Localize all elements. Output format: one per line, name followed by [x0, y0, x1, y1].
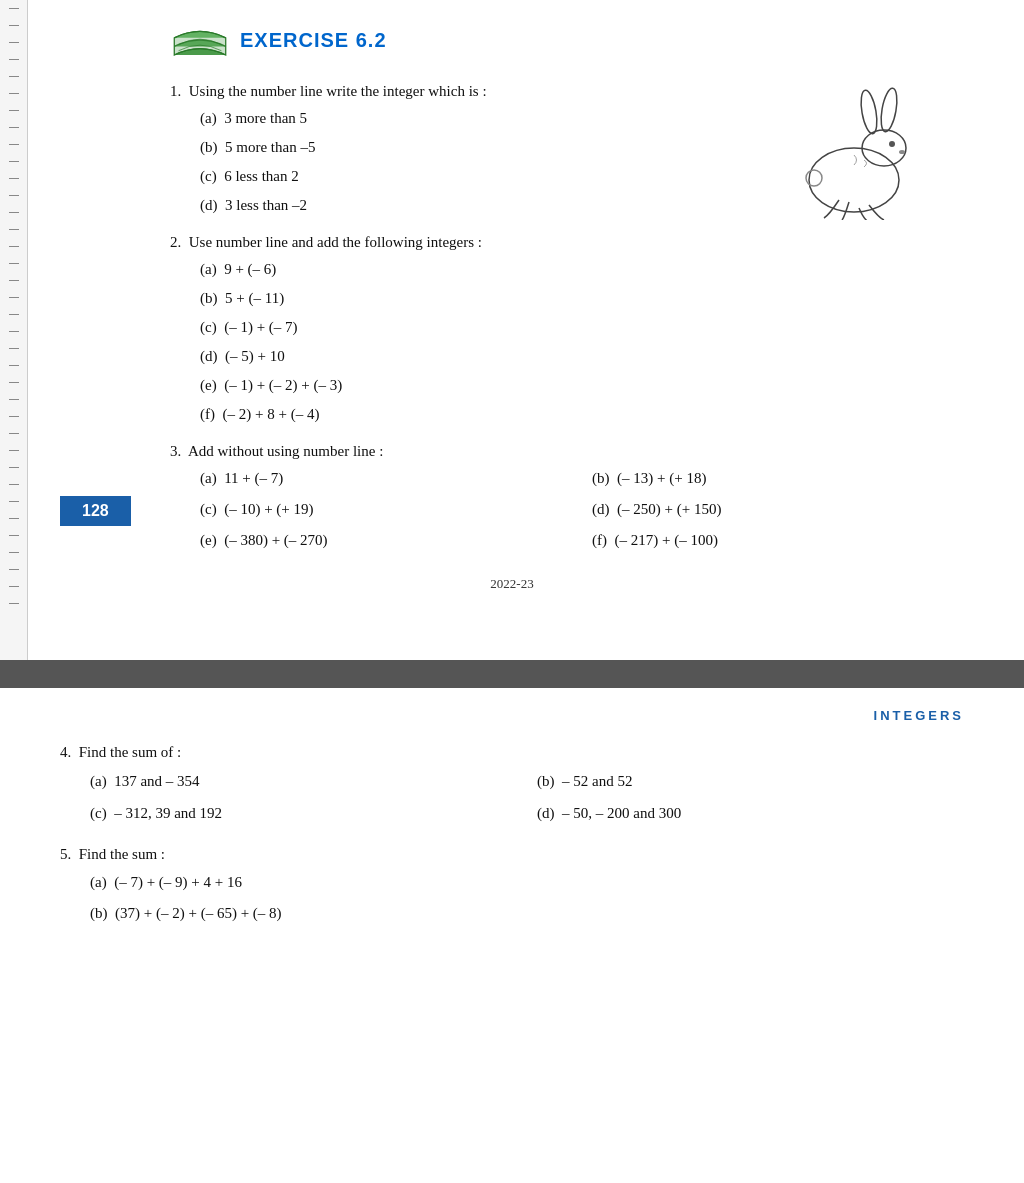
- part-label: (e): [200, 532, 220, 548]
- list-item: (a) 9 + (– 6): [200, 256, 964, 283]
- part-text: 11 + (– 7): [224, 470, 283, 486]
- part-label: (b): [200, 139, 221, 155]
- part-label: (e): [200, 377, 220, 393]
- list-item: (b) 5 + (– 11): [200, 285, 964, 312]
- list-item: (a) 3 more than 5: [200, 105, 964, 132]
- list-item: (d) – 50, – 200 and 300: [537, 799, 964, 828]
- part-label: (f): [592, 532, 611, 548]
- list-item: (d) (– 250) + (+ 150): [592, 496, 964, 523]
- part-label: (d): [200, 348, 221, 364]
- exercise-title: EXERCISE 6.2: [240, 29, 387, 52]
- part-label: (b): [537, 773, 558, 789]
- part-label: (d): [200, 197, 221, 213]
- part-text: – 52 and 52: [562, 773, 632, 789]
- part-text: (– 10) + (+ 19): [224, 501, 313, 517]
- list-item: (a) 137 and – 354: [90, 767, 517, 796]
- part-label: (d): [537, 805, 558, 821]
- part-text: 3 less than –2: [225, 197, 307, 213]
- question-4: 4. Find the sum of : (a) 137 and – 354 (…: [60, 738, 964, 830]
- question-3-text: Add without using number line :: [188, 443, 383, 459]
- part-text: 9 + (– 6): [224, 261, 276, 277]
- question-2: 2. Use number line and add the following…: [170, 229, 964, 428]
- list-item: (c) – 312, 39 and 192: [90, 799, 517, 828]
- part-label: (a): [90, 773, 110, 789]
- part-text: (– 217) + (– 100): [615, 532, 718, 548]
- page-bottom: INTEGERS 4. Find the sum of : (a) 137 an…: [0, 688, 1024, 988]
- part-text: – 312, 39 and 192: [114, 805, 222, 821]
- question-4-parts: (a) 137 and – 354 (b) – 52 and 52 (c) – …: [90, 767, 964, 830]
- part-label: (a): [200, 110, 220, 126]
- part-text: (– 380) + (– 270): [224, 532, 327, 548]
- question-5-num: 5.: [60, 846, 75, 862]
- question-4-num: 4.: [60, 744, 75, 760]
- list-item: (c) (– 10) + (+ 19): [200, 496, 572, 523]
- page-divider: [0, 660, 1024, 688]
- question-3-parts: (a) 11 + (– 7) (b) (– 13) + (+ 18) (c) (…: [200, 465, 964, 556]
- part-text: (– 2) + 8 + (– 4): [223, 406, 320, 422]
- exercise-header: EXERCISE 6.2: [170, 20, 964, 60]
- list-item: (e) (– 1) + (– 2) + (– 3): [200, 372, 964, 399]
- list-item: (b) – 52 and 52: [537, 767, 964, 796]
- list-item: (b) 5 more than –5: [200, 134, 964, 161]
- part-label: (c): [200, 168, 220, 184]
- part-text: (– 7) + (– 9) + 4 + 16: [114, 874, 242, 890]
- question-4-text: Find the sum of :: [79, 744, 182, 760]
- part-label: (f): [200, 406, 219, 422]
- part-label: (b): [90, 905, 111, 921]
- part-text: (– 13) + (+ 18): [617, 470, 706, 486]
- question-3: 3. Add without using number line : (a) 1…: [170, 438, 964, 556]
- section-label: INTEGERS: [874, 708, 964, 723]
- list-item: (c) (– 1) + (– 7): [200, 314, 964, 341]
- question-1-text: Using the number line write the integer …: [189, 83, 487, 99]
- list-item: (c) 6 less than 2: [200, 163, 964, 190]
- part-label: (c): [200, 501, 220, 517]
- part-text: – 50, – 200 and 300: [562, 805, 681, 821]
- part-label: (a): [200, 261, 220, 277]
- question-5-text: Find the sum :: [79, 846, 165, 862]
- question-2-num: 2.: [170, 234, 185, 250]
- part-text: 6 less than 2: [224, 168, 299, 184]
- list-item: (b) (37) + (– 2) + (– 65) + (– 8): [90, 899, 964, 928]
- part-label: (d): [592, 501, 613, 517]
- question-1-num: 1.: [170, 83, 185, 99]
- ruler: [0, 0, 28, 660]
- bottom-content: 4. Find the sum of : (a) 137 and – 354 (…: [60, 738, 964, 927]
- list-item: (f) (– 2) + 8 + (– 4): [200, 401, 964, 428]
- part-text: (37) + (– 2) + (– 65) + (– 8): [115, 905, 282, 921]
- list-item: (e) (– 380) + (– 270): [200, 527, 572, 554]
- list-item: (a) (– 7) + (– 9) + 4 + 16: [90, 868, 964, 897]
- part-label: (a): [90, 874, 110, 890]
- part-text: 3 more than 5: [224, 110, 307, 126]
- part-text: (– 250) + (+ 150): [617, 501, 721, 517]
- question-5-parts: (a) (– 7) + (– 9) + 4 + 16 (b) (37) + (–…: [90, 868, 964, 927]
- list-item: (d) (– 5) + 10: [200, 343, 964, 370]
- question-5: 5. Find the sum : (a) (– 7) + (– 9) + 4 …: [60, 840, 964, 928]
- list-item: (f) (– 217) + (– 100): [592, 527, 964, 554]
- book-icon: [170, 20, 230, 60]
- part-text: 137 and – 354: [114, 773, 199, 789]
- part-label: (a): [200, 470, 220, 486]
- page-number: 128: [82, 502, 109, 519]
- year-footer: 2022-23: [60, 566, 964, 612]
- part-label: (c): [200, 319, 220, 335]
- part-text: 5 + (– 11): [225, 290, 284, 306]
- part-label: (b): [200, 290, 221, 306]
- question-1-parts: (a) 3 more than 5 (b) 5 more than –5 (c)…: [200, 105, 964, 219]
- question-1-section: 1. Using the number line write the integ…: [170, 78, 964, 556]
- list-item: (a) 11 + (– 7): [200, 465, 572, 492]
- part-label: (b): [592, 470, 613, 486]
- part-text: (– 1) + (– 2) + (– 3): [224, 377, 342, 393]
- question-3-num: 3.: [170, 443, 185, 459]
- part-text: (– 5) + 10: [225, 348, 285, 364]
- part-label: (c): [90, 805, 110, 821]
- part-text: 5 more than –5: [225, 139, 315, 155]
- part-text: (– 1) + (– 7): [224, 319, 297, 335]
- question-1: 1. Using the number line write the integ…: [170, 78, 964, 219]
- question-2-text: Use number line and add the following in…: [189, 234, 482, 250]
- year-text: 2022-23: [490, 576, 533, 591]
- page-number-badge: 128: [60, 496, 131, 526]
- list-item: (b) (– 13) + (+ 18): [592, 465, 964, 492]
- question-2-parts: (a) 9 + (– 6) (b) 5 + (– 11) (c) (– 1) +…: [200, 256, 964, 428]
- list-item: (d) 3 less than –2: [200, 192, 964, 219]
